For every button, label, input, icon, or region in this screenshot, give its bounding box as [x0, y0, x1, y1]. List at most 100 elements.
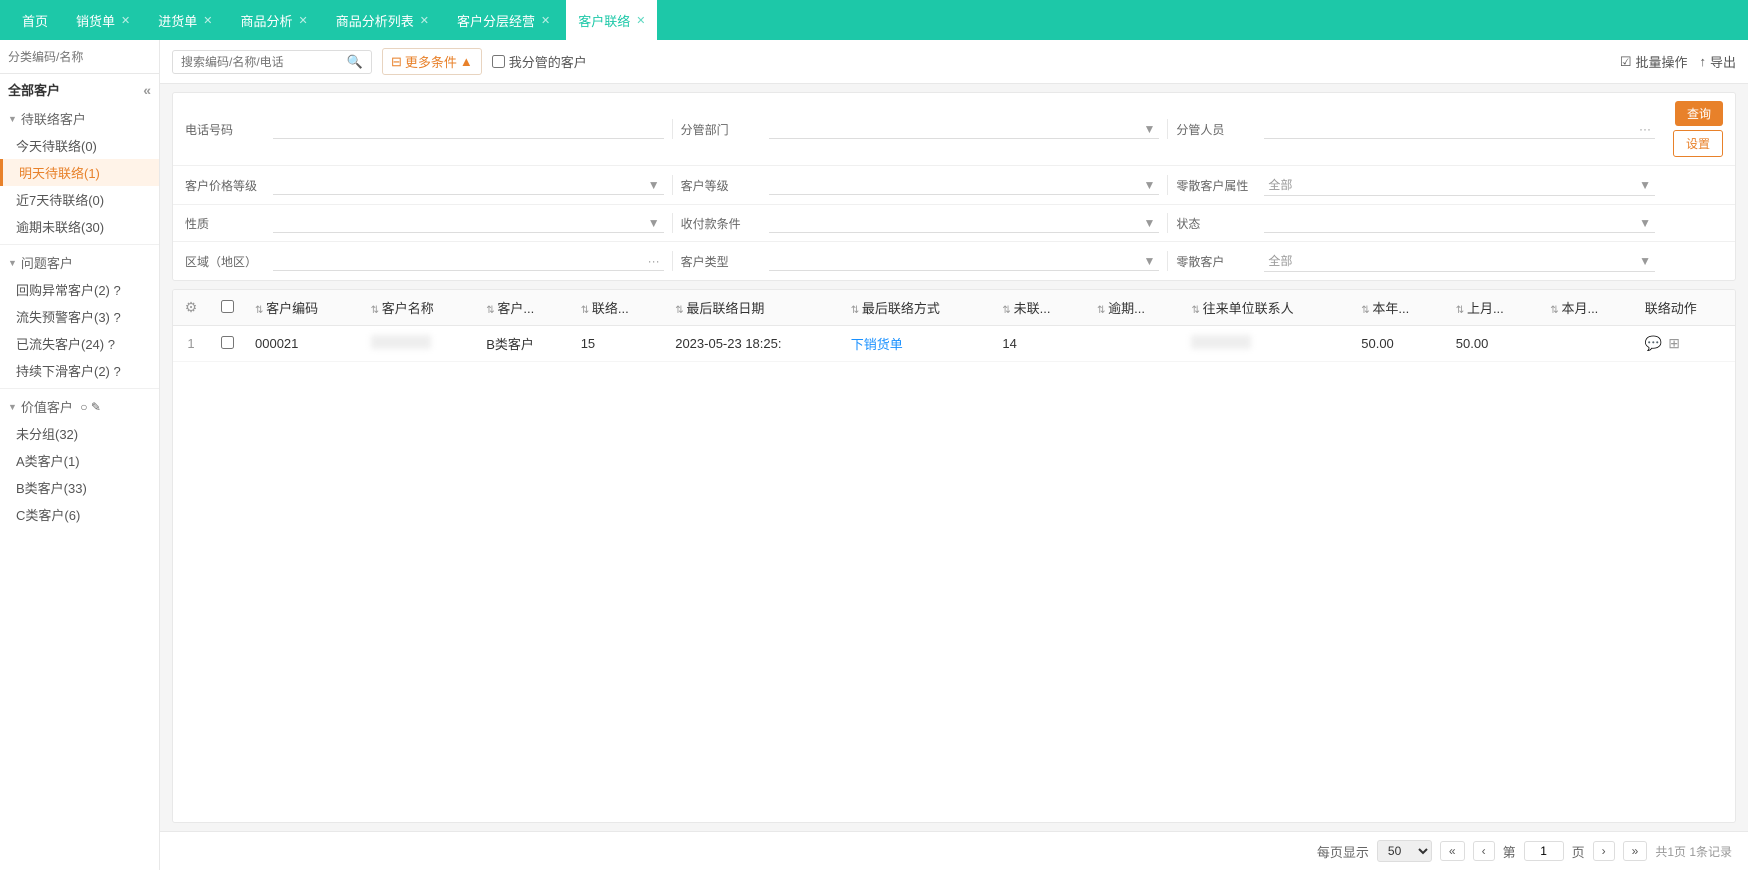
- total-info: 共1页 1条记录: [1655, 843, 1732, 860]
- sidebar-item-churn-warning[interactable]: 流失预警客户(3) ?: [0, 303, 159, 330]
- filter-input-phone[interactable]: [273, 120, 664, 139]
- filter-select-status[interactable]: ▼: [1264, 214, 1655, 233]
- filter-actions: 查询 设置: [1663, 101, 1723, 157]
- filter-col-price-level: 客户价格等级 ▼: [185, 176, 664, 195]
- nav-close-customer-contact[interactable]: ✕: [636, 14, 645, 27]
- col-this-year[interactable]: 本年...: [1351, 290, 1446, 326]
- filter-select-payment[interactable]: ▼: [769, 214, 1160, 233]
- filter-select-customer-level[interactable]: ▼: [769, 176, 1160, 195]
- col-this-month[interactable]: 本月...: [1540, 290, 1635, 326]
- sidebar-item-abnormal[interactable]: 回购异常客户(2) ?: [0, 276, 159, 303]
- col-overdue[interactable]: 逾期...: [1087, 290, 1182, 326]
- dots-icon-region[interactable]: ···: [648, 254, 660, 268]
- page-input[interactable]: [1524, 841, 1564, 861]
- filter-row-4: 区域（地区） ··· 客户类型 ▼ 零散客户: [173, 242, 1735, 280]
- select-all-checkbox[interactable]: [221, 300, 234, 313]
- nav-product-analysis[interactable]: 商品分析 ✕: [228, 0, 319, 40]
- dots-icon-manager[interactable]: ···: [1639, 122, 1651, 136]
- sidebar-item-churned[interactable]: 已流失客户(24) ?: [0, 330, 159, 357]
- sidebar-group-problem[interactable]: 问题客户: [0, 249, 159, 276]
- col-checkbox[interactable]: [209, 290, 245, 326]
- last-method-link[interactable]: 下销货单: [851, 337, 903, 352]
- sidebar-item-tomorrow[interactable]: 明天待联络(1): [0, 159, 159, 186]
- per-page-select[interactable]: 50 10 20 100: [1377, 840, 1432, 862]
- filter-select-dept[interactable]: ▼: [769, 120, 1160, 139]
- sidebar-all-customers[interactable]: 全部客户 «: [0, 74, 159, 105]
- customer-type-cell: B类客户: [476, 326, 571, 362]
- filter-select-manager[interactable]: ···: [1264, 120, 1655, 139]
- filter-panel: 电话号码 分管部门 ▼ 分管人员 ···: [172, 92, 1736, 281]
- prev-page-button[interactable]: ‹: [1473, 841, 1495, 861]
- toolbar-search-icon[interactable]: 🔍: [347, 54, 363, 70]
- nav-close-product-analysis-list[interactable]: ✕: [420, 14, 429, 27]
- filter-label-status: 状态: [1176, 215, 1256, 232]
- sidebar-group-pending[interactable]: 待联络客户: [0, 105, 159, 132]
- toolbar-search-container: 🔍: [172, 50, 372, 74]
- grid-icon[interactable]: ⊞: [1668, 335, 1680, 352]
- sidebar-search-input[interactable]: [8, 50, 160, 64]
- toolbar-search-input[interactable]: [181, 55, 341, 69]
- col-contact-count[interactable]: 联络...: [571, 290, 666, 326]
- filter-select-retail-attr[interactable]: 全部 ▼: [1264, 174, 1655, 196]
- col-last-month[interactable]: 上月...: [1446, 290, 1541, 326]
- nav-close-purchase[interactable]: ✕: [203, 14, 212, 27]
- table-area: ⚙ 客户编码 客户名称 客户... 联络... 最后联络日期 最后联络方式 未联…: [172, 289, 1736, 823]
- sidebar-group-value[interactable]: 价值客户 ○ ✎: [0, 393, 159, 420]
- col-contact-person[interactable]: 往来单位联系人: [1181, 290, 1351, 326]
- col-customer-code[interactable]: 客户编码: [245, 290, 361, 326]
- nav-close-sales[interactable]: ✕: [121, 14, 130, 27]
- nav-product-analysis-list[interactable]: 商品分析列表 ✕: [324, 0, 441, 40]
- nav-sales[interactable]: 销货单 ✕: [64, 0, 142, 40]
- chevron-down-icon-payment: ▼: [1143, 216, 1155, 230]
- my-customers-checkbox-container[interactable]: 我分管的客户: [492, 52, 587, 71]
- sidebar-item-7days[interactable]: 近7天待联络(0): [0, 186, 159, 213]
- nav-close-customer-tier[interactable]: ✕: [541, 14, 550, 27]
- filter-select-region[interactable]: ···: [273, 252, 664, 271]
- comment-icon[interactable]: 💬: [1645, 335, 1662, 352]
- row-checkbox[interactable]: [221, 336, 234, 349]
- col-settings[interactable]: ⚙: [173, 290, 209, 326]
- export-button[interactable]: ↑ 导出: [1699, 52, 1736, 71]
- sidebar-item-today[interactable]: 今天待联络(0): [0, 132, 159, 159]
- last-page-button[interactable]: »: [1623, 841, 1648, 861]
- next-page-button[interactable]: ›: [1593, 841, 1615, 861]
- sidebar-item-class-c[interactable]: C类客户(6): [0, 501, 159, 528]
- more-conditions-button[interactable]: ⊟ 更多条件 ▲: [382, 48, 482, 75]
- sidebar-item-class-b[interactable]: B类客户(33): [0, 474, 159, 501]
- col-actions: 联络动作: [1635, 290, 1735, 326]
- collapse-sidebar-icon[interactable]: «: [143, 82, 151, 98]
- filter-select-customer-type[interactable]: ▼: [769, 252, 1160, 271]
- action-icons: 💬 ⊞: [1645, 335, 1725, 352]
- col-last-date[interactable]: 最后联络日期: [665, 290, 840, 326]
- col-last-method[interactable]: 最后联络方式: [841, 290, 993, 326]
- first-page-button[interactable]: «: [1440, 841, 1465, 861]
- settings-gear-icon[interactable]: ⚙: [185, 299, 198, 315]
- filter-select-price-level[interactable]: ▼: [273, 176, 664, 195]
- filter-select-nature[interactable]: ▼: [273, 214, 664, 233]
- query-button[interactable]: 查询: [1675, 101, 1723, 126]
- bulk-op-button[interactable]: ☑ 批量操作: [1620, 52, 1688, 71]
- my-customers-checkbox[interactable]: [492, 55, 505, 68]
- nav-close-product-analysis[interactable]: ✕: [299, 14, 308, 27]
- filter-select-retail-customer[interactable]: 全部 ▼: [1264, 250, 1655, 272]
- sidebar-item-ungrouped[interactable]: 未分组(32): [0, 420, 159, 447]
- sidebar: 🔍 全部客户 « 待联络客户 今天待联络(0) 明天待联络(1) 近7天待联络(…: [0, 40, 160, 870]
- nav-home[interactable]: 首页: [10, 0, 60, 40]
- row-checkbox-cell[interactable]: [209, 326, 245, 362]
- col-customer-name[interactable]: 客户名称: [361, 290, 477, 326]
- filter-label-dept: 分管部门: [681, 121, 761, 138]
- nav-purchase[interactable]: 进货单 ✕: [146, 0, 224, 40]
- filter-label-retail-attr: 零散客户属性: [1176, 177, 1256, 194]
- chevron-down-icon-type: ▼: [1143, 254, 1155, 268]
- per-page-label: 每页显示: [1317, 842, 1369, 861]
- col-uncontacted[interactable]: 未联...: [992, 290, 1087, 326]
- sidebar-item-declining[interactable]: 持续下滑客户(2) ?: [0, 357, 159, 384]
- nav-customer-tier[interactable]: 客户分层经营 ✕: [445, 0, 562, 40]
- settings-button[interactable]: 设置: [1673, 130, 1723, 157]
- sidebar-item-overdue[interactable]: 逾期未联络(30): [0, 213, 159, 240]
- nav-customer-contact[interactable]: 客户联络 ✕: [566, 0, 657, 40]
- main-layout: 🔍 全部客户 « 待联络客户 今天待联络(0) 明天待联络(1) 近7天待联络(…: [0, 40, 1748, 870]
- col-customer-type[interactable]: 客户...: [476, 290, 571, 326]
- last-method-cell[interactable]: 下销货单: [841, 326, 993, 362]
- sidebar-item-class-a[interactable]: A类客户(1): [0, 447, 159, 474]
